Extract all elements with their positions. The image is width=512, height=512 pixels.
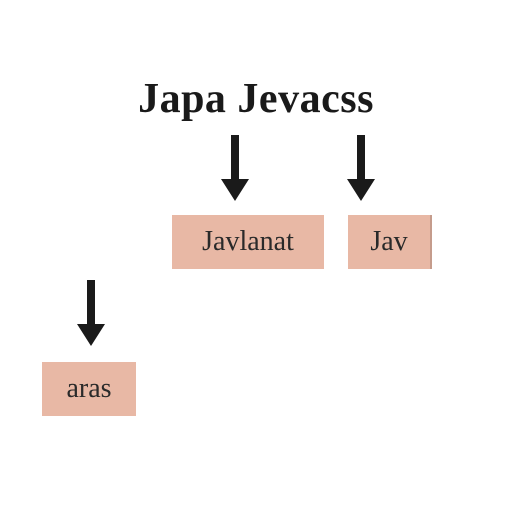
node-box: aras [42,362,136,416]
arrow-down-icon [217,135,253,207]
arrow-down-icon [73,280,109,352]
node-box: Jav [348,215,432,269]
node-box: Javlanat [172,215,324,269]
arrow-down-icon [343,135,379,207]
diagram-title: Japa Jevacss [0,75,512,123]
